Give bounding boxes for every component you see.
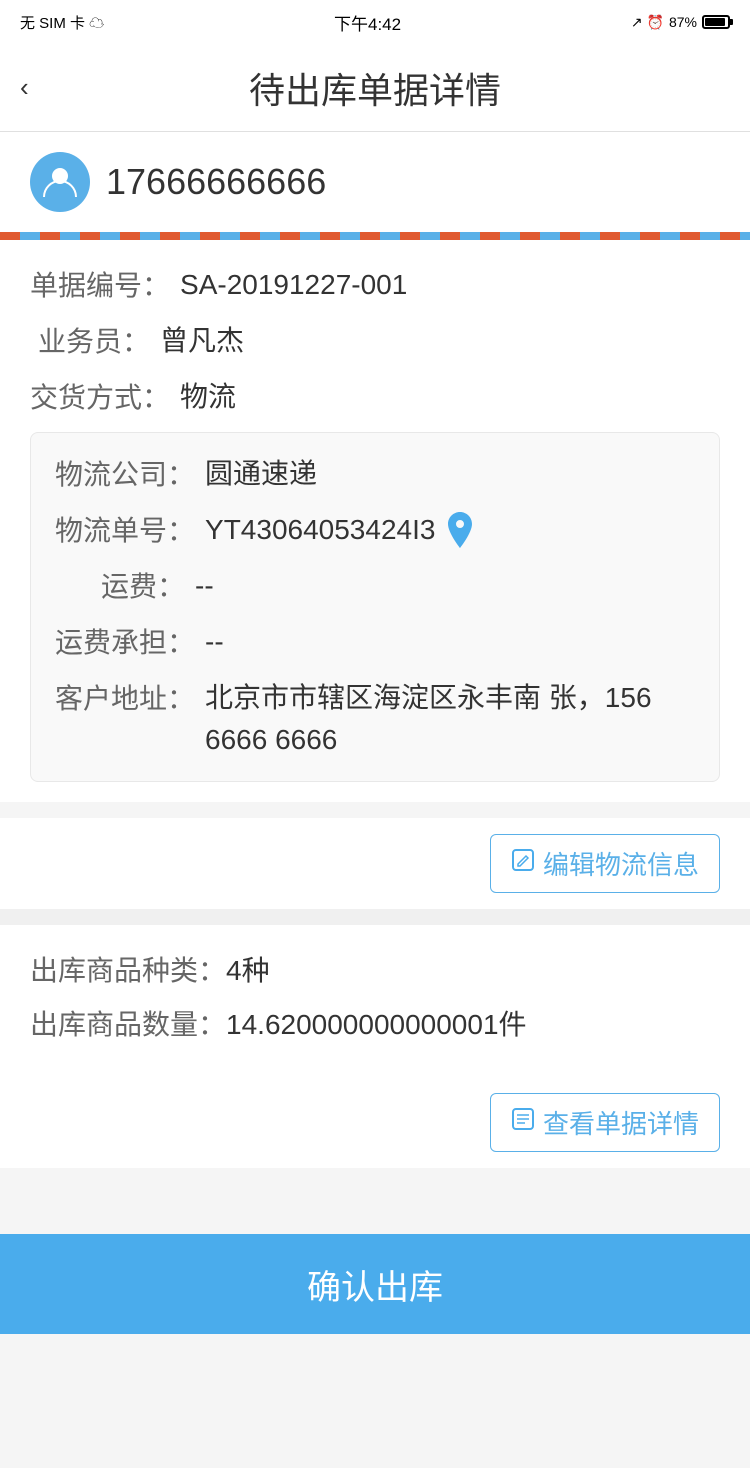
sales-person-value: 曾凡杰	[160, 320, 720, 362]
edit-icon	[511, 848, 535, 879]
confirm-button[interactable]: 确认出库	[0, 1234, 750, 1334]
view-detail-area: 查看单据详情	[0, 1077, 750, 1168]
document-number-value: SA-20191227-001	[180, 264, 720, 306]
freight-value: --	[195, 565, 695, 607]
product-types-row: 出库商品种类： 4种	[30, 949, 720, 989]
product-quantity-row: 出库商品数量： 14.620000000000001件	[30, 1003, 720, 1043]
user-avatar-icon	[41, 163, 79, 201]
nav-bar: ‹ 待出库单据详情	[0, 44, 750, 132]
edit-logistics-button[interactable]: 编辑物流信息	[490, 834, 720, 893]
freight-row: 运费： --	[55, 565, 695, 607]
address-label: 客户地址：	[55, 677, 205, 717]
confirm-label: 确认出库	[307, 1260, 443, 1309]
sales-person-label: 业务员：	[30, 320, 160, 360]
status-right: ↗ ⏰ 87%	[631, 14, 730, 31]
document-number-label: 单据编号：	[30, 264, 180, 304]
location-icon[interactable]	[445, 512, 475, 548]
products-section: 出库商品种类： 4种 出库商品数量： 14.620000000000001件	[0, 925, 750, 1077]
delivery-row: 交货方式： 物流	[30, 376, 720, 418]
battery-percent: 87%	[669, 14, 697, 30]
sim-status: 无 SIM 卡 ☁	[20, 12, 104, 33]
delivery-label: 交货方式：	[30, 376, 180, 416]
view-detail-button[interactable]: 查看单据详情	[490, 1093, 720, 1152]
customer-phone: 17666666666	[106, 161, 326, 203]
address-value: 北京市市辖区海淀区永丰南 张，156 6666 6666	[205, 677, 695, 761]
product-types-label: 出库商品种类：	[30, 949, 226, 989]
logistics-card: 物流公司： 圆通速递 物流单号： YT43064053424I3 运费： -- …	[30, 432, 720, 782]
logistics-tracking-row: 物流单号： YT43064053424I3	[55, 509, 695, 551]
product-types-value: 4种	[226, 949, 270, 989]
status-icons: ↗ ⏰	[631, 14, 664, 31]
page-title: 待出库单据详情	[64, 62, 686, 114]
back-button[interactable]: ‹	[20, 72, 64, 103]
sales-person-row: 业务员： 曾凡杰	[30, 320, 720, 362]
logistics-company-row: 物流公司： 圆通速递	[55, 453, 695, 495]
document-number-row: 单据编号： SA-20191227-001	[30, 264, 720, 306]
detail-icon	[511, 1107, 535, 1138]
status-bar: 无 SIM 卡 ☁ 下午4:42 ↗ ⏰ 87%	[0, 0, 750, 44]
freight-bear-label: 运费承担：	[55, 621, 205, 661]
logistics-tracking-value: YT43064053424I3	[205, 509, 695, 551]
view-detail-label: 查看单据详情	[543, 1104, 699, 1141]
edit-logistics-area: 编辑物流信息	[0, 818, 750, 909]
document-info-section: 单据编号： SA-20191227-001 业务员： 曾凡杰 交货方式： 物流 …	[0, 240, 750, 802]
product-quantity-label: 出库商品数量：	[30, 1003, 226, 1043]
avatar	[30, 152, 90, 212]
status-time: 下午4:42	[334, 10, 401, 35]
logistics-company-label: 物流公司：	[55, 453, 205, 493]
logistics-tracking-label: 物流单号：	[55, 509, 205, 549]
customer-row: 17666666666	[0, 132, 750, 232]
delivery-value: 物流	[180, 376, 720, 418]
dashed-divider	[0, 232, 750, 240]
section-divider	[0, 909, 750, 925]
edit-logistics-label: 编辑物流信息	[543, 845, 699, 882]
freight-label: 运费：	[55, 565, 195, 605]
product-quantity-value: 14.620000000000001件	[226, 1003, 527, 1043]
status-left: 无 SIM 卡 ☁	[20, 12, 104, 33]
address-row: 客户地址： 北京市市辖区海淀区永丰南 张，156 6666 6666	[55, 677, 695, 761]
logistics-company-value: 圆通速递	[205, 453, 695, 495]
freight-bear-row: 运费承担： --	[55, 621, 695, 663]
battery-icon	[702, 15, 730, 29]
freight-bear-value: --	[205, 621, 695, 663]
